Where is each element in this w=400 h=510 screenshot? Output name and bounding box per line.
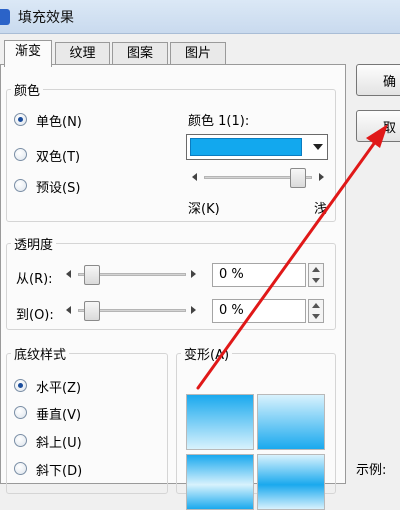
title-bar: 填充效果	[0, 0, 400, 34]
tab-pattern[interactable]: 图案	[112, 42, 168, 66]
radio-label: 单色(N)	[36, 115, 82, 130]
radio-button[interactable]	[14, 434, 27, 447]
variants-legend: 变形(A)	[184, 348, 230, 363]
variant-option[interactable]	[186, 454, 254, 510]
dark-label: 深(K)	[188, 202, 220, 217]
slider-thumb[interactable]	[84, 265, 100, 285]
color1-label: 颜色 1(1):	[188, 114, 250, 129]
radio-button[interactable]	[14, 379, 27, 392]
shade-slider[interactable]	[188, 168, 328, 188]
spin-up-icon[interactable]	[312, 303, 320, 308]
arrow-left-icon[interactable]	[192, 173, 197, 181]
shading-legend: 底纹样式	[14, 348, 67, 363]
arrow-right-icon[interactable]	[191, 270, 196, 278]
tab-picture[interactable]: 图片	[170, 42, 226, 66]
radio-button[interactable]	[14, 179, 27, 192]
radio-button[interactable]	[14, 113, 27, 126]
spin-down-icon[interactable]	[312, 314, 320, 319]
to-label: 到(O):	[16, 308, 54, 323]
radio-label: 垂直(V)	[36, 408, 82, 423]
radio-label: 斜上(U)	[36, 436, 82, 451]
from-slider[interactable]	[62, 265, 200, 285]
arrow-right-icon[interactable]	[319, 173, 324, 181]
slider-thumb[interactable]	[84, 301, 100, 321]
from-value[interactable]: 0 %	[212, 263, 306, 287]
ok-button[interactable]: 确	[356, 64, 400, 96]
variant-option[interactable]	[257, 454, 325, 510]
to-slider[interactable]	[62, 301, 200, 321]
from-label: 从(R):	[16, 272, 53, 287]
chevron-down-icon[interactable]	[313, 144, 323, 150]
radio-button[interactable]	[14, 406, 27, 419]
tab-texture[interactable]: 纹理	[55, 42, 110, 66]
radio-label: 预设(S)	[36, 181, 81, 196]
light-label: 浅	[314, 202, 328, 217]
spin-down-icon[interactable]	[312, 278, 320, 283]
color1-dropdown[interactable]	[186, 134, 328, 160]
arrow-right-icon[interactable]	[191, 306, 196, 314]
variant-option[interactable]	[186, 394, 254, 450]
color-swatch	[190, 138, 302, 156]
radio-label: 水平(Z)	[36, 381, 82, 396]
slider-thumb[interactable]	[289, 168, 306, 188]
sample-label: 示例:	[356, 463, 387, 478]
spin-buttons[interactable]	[308, 263, 324, 287]
spin-buttons[interactable]	[308, 299, 324, 323]
colors-legend: 颜色	[14, 84, 41, 99]
radio-label: 斜下(D)	[36, 464, 83, 479]
app-icon	[0, 9, 10, 25]
shading-styles-group: 底纹样式	[6, 344, 168, 494]
tab-gradient[interactable]: 渐变	[4, 40, 52, 67]
window-title: 填充效果	[18, 10, 74, 26]
radio-label: 双色(T)	[36, 150, 81, 165]
to-value[interactable]: 0 %	[212, 299, 306, 323]
radio-button[interactable]	[14, 462, 27, 475]
spin-up-icon[interactable]	[312, 267, 320, 272]
arrow-left-icon[interactable]	[66, 270, 71, 278]
arrow-left-icon[interactable]	[66, 306, 71, 314]
radio-button[interactable]	[14, 148, 27, 161]
variant-option[interactable]	[257, 394, 325, 450]
transparency-legend: 透明度	[14, 238, 54, 253]
cancel-button[interactable]: 取	[356, 110, 400, 142]
